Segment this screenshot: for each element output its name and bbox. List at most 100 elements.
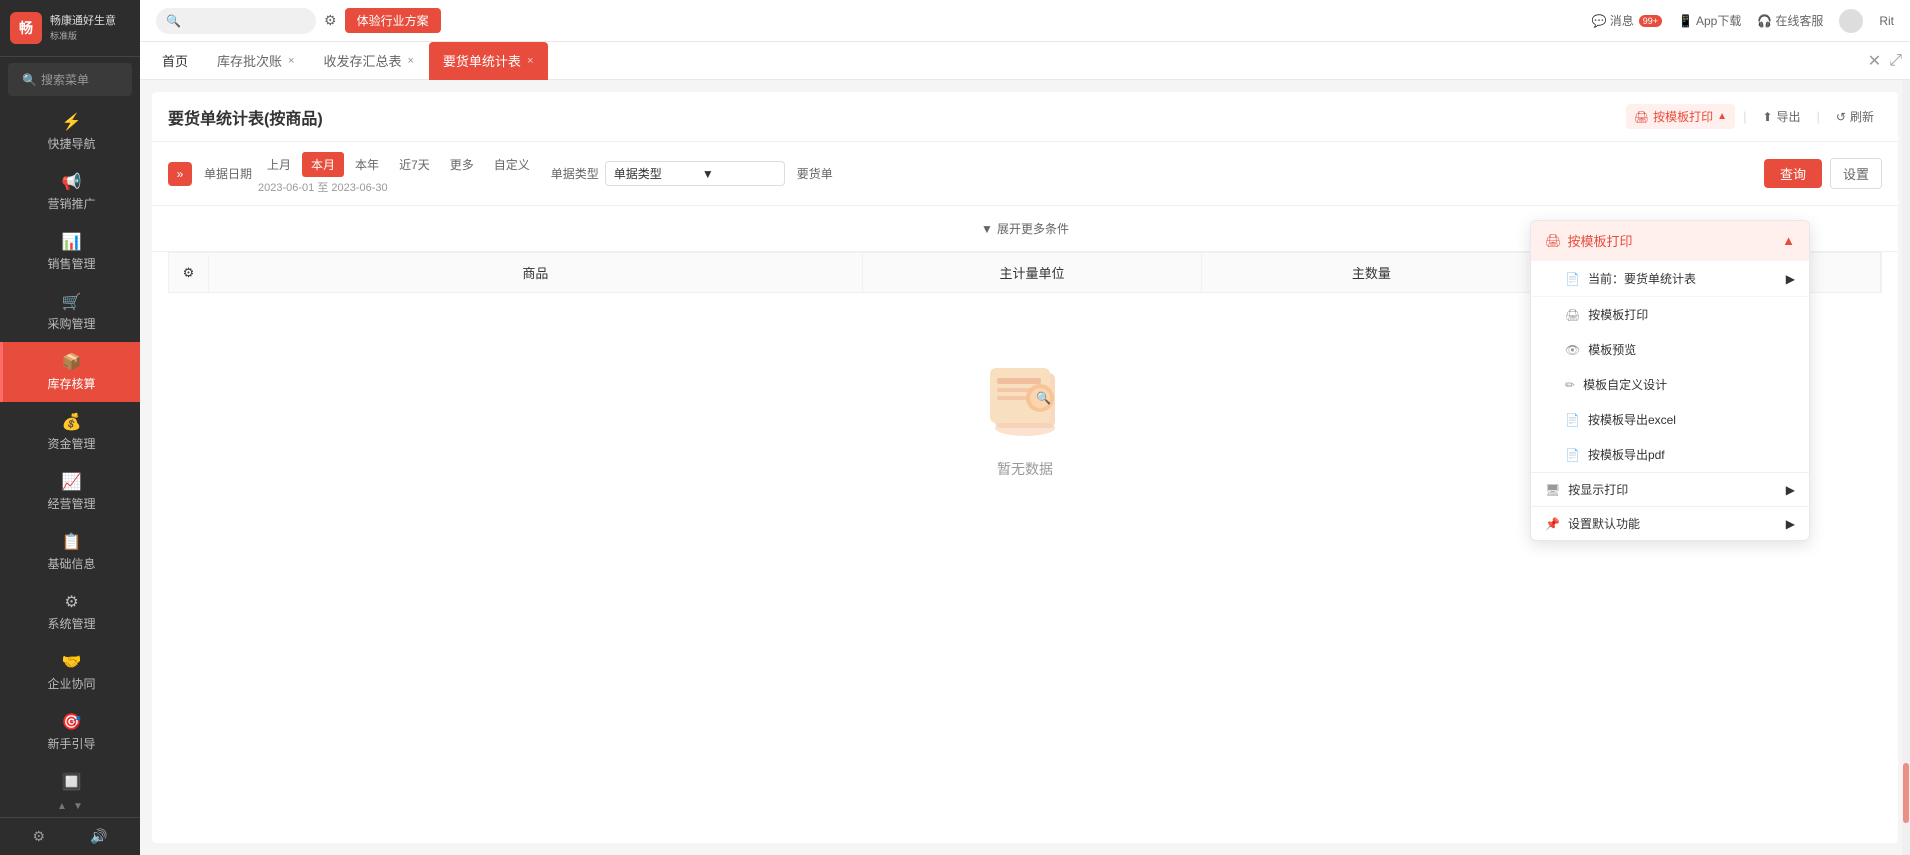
dropdown-header[interactable]: 🖨 按模板打印 ▲ (1531, 221, 1809, 260)
main-content: 🔍 ⚙ 体验行业方案 💬 消息 99+ 📱 App下载 🎧 在线客服 Rit (140, 0, 1910, 855)
export-button[interactable]: ⬆ 导出 (1754, 104, 1808, 129)
print-template-button[interactable]: 🖨 按模板打印 ▲ (1626, 104, 1735, 129)
dropdown-item-export-pdf[interactable]: 📄 按模板导出pdf (1531, 437, 1809, 472)
sidebar-item-sales[interactable]: 📊 销售管理 (0, 222, 140, 282)
print-icon: 🖨 (1565, 308, 1580, 322)
app-name: 畅康通好生意 (50, 14, 116, 29)
set-default-label: 设置默认功能 (1568, 515, 1640, 532)
close-window-icon[interactable]: ✕ (1868, 51, 1881, 71)
date-btn-this-month[interactable]: 本月 (302, 152, 344, 177)
app-download-icon: 📱 (1678, 14, 1693, 28)
tab-receipt-summary-close[interactable]: × (407, 55, 413, 67)
scrollbar-thumb[interactable] (1903, 763, 1909, 823)
sidebar: 畅 畅康通好生意 标准版 🔍 搜索菜单 ⚡ 快捷导航 📢 营销推广 📊 销售管理… (0, 0, 140, 855)
sidebar-item-finance[interactable]: 💰 资金管理 (0, 402, 140, 462)
topbar-search[interactable]: 🔍 (156, 8, 316, 34)
settings-bottom-icon[interactable]: ⚙ (33, 828, 46, 845)
sidebar-item-label: 库存核算 (47, 375, 95, 392)
tab-home-label: 首页 (162, 51, 188, 70)
scrollbar[interactable] (1902, 80, 1910, 855)
date-btn-7days[interactable]: 近7天 (390, 152, 439, 177)
sidebar-item-operations[interactable]: 📈 经营管理 (0, 462, 140, 522)
dropdown-item-export-excel[interactable]: 📄 按模板导出excel (1531, 402, 1809, 437)
tab-order-stats-label: 要货单统计表 (443, 51, 521, 70)
chevron-down-icon: ▼ (702, 167, 714, 181)
maximize-window-icon[interactable]: ⤢ (1889, 52, 1902, 70)
tabbar: 首页 库存批次账 × 收发存汇总表 × 要货单统计表 × ✕ ⤢ (140, 42, 1910, 80)
sidebar-bottom: ⚙ 🔊 (0, 817, 140, 855)
sidebar-item-guide[interactable]: 🎯 新手引导 (0, 702, 140, 762)
chevron-up-dropdown-icon: ▲ (1782, 233, 1795, 248)
online-support-label: 在线客服 (1775, 12, 1823, 29)
sidebar-item-label: 系统管理 (47, 615, 95, 632)
double-arrow-icon: » (177, 167, 184, 181)
tab-order-stats[interactable]: 要货单统计表 × (429, 42, 548, 80)
dropdown-display-print[interactable]: 🖥 按显示打印 ▶ (1531, 472, 1809, 506)
sidebar-item-system[interactable]: ⚙ 系统管理 (0, 582, 140, 642)
dropdown-current-item[interactable]: 📄 当前：要货单统计表 ▶ (1531, 261, 1809, 296)
chevron-right-default-icon: ▶ (1786, 517, 1795, 531)
username: Rit (1879, 14, 1894, 28)
messages-item[interactable]: 💬 消息 99+ (1592, 12, 1662, 29)
th-settings[interactable]: ⚙ (169, 255, 209, 291)
app-download-label: App下载 (1696, 12, 1741, 29)
dropdown-set-default[interactable]: 📌 设置默认功能 ▶ (1531, 506, 1809, 540)
tab-home[interactable]: 首页 (148, 42, 203, 80)
tab-batch-account-label: 库存批次账 (217, 51, 282, 70)
scroll-up-icon[interactable]: ▲ (56, 801, 68, 813)
search-label: 搜索菜单 (41, 71, 89, 88)
expand-icon: ▼ (981, 222, 993, 236)
sidebar-item-marketing[interactable]: 📢 营销推广 (0, 162, 140, 222)
marketing-icon: 📢 (62, 172, 82, 192)
sidebar-item-purchase[interactable]: 🛒 采购管理 (0, 282, 140, 342)
expand-label: 展开更多条件 (997, 220, 1069, 237)
dropdown-header-left: 🖨 按模板打印 (1545, 231, 1633, 250)
speaker-icon[interactable]: 🔊 (90, 828, 107, 845)
filter-toggle-button[interactable]: » (168, 162, 192, 186)
date-btn-last-month[interactable]: 上月 (258, 152, 300, 177)
sidebar-item-label: 新手引导 (47, 735, 95, 752)
pdf-icon: 📄 (1565, 448, 1580, 462)
sidebar-item-collab[interactable]: 🤝 企业协同 (0, 642, 140, 702)
sidebar-item-basic[interactable]: 📋 基础信息 (0, 522, 140, 582)
dropdown-item-print-template[interactable]: 🖨 按模板打印 (1531, 297, 1809, 332)
expand-more-button[interactable]: ▼ 展开更多条件 (981, 220, 1069, 237)
date-btn-this-year[interactable]: 本年 (346, 152, 388, 177)
query-button[interactable]: 查询 (1764, 159, 1822, 188)
tab-order-stats-close[interactable]: × (527, 55, 533, 67)
date-btn-more[interactable]: 更多 (441, 152, 483, 177)
topbar-right: 💬 消息 99+ 📱 App下载 🎧 在线客服 Rit (1592, 9, 1894, 33)
online-support-item[interactable]: 🎧 在线客服 (1757, 12, 1823, 29)
svg-text:🔍: 🔍 (1036, 390, 1051, 405)
app-download-item[interactable]: 📱 App下载 (1678, 12, 1741, 29)
user-avatar[interactable] (1839, 9, 1863, 33)
dropdown-item-template-custom[interactable]: ✏ 模板自定义设计 (1531, 367, 1809, 402)
refresh-button[interactable]: ↺ 刷新 (1828, 104, 1882, 129)
sidebar-search[interactable]: 🔍 搜索菜单 (8, 63, 132, 96)
settings-button[interactable]: 设置 (1830, 158, 1882, 189)
order-type-select[interactable]: 单据类型 ▼ (605, 161, 785, 186)
tab-batch-account-close[interactable]: × (288, 55, 294, 67)
tab-batch-account[interactable]: 库存批次账 × (203, 42, 309, 80)
sidebar-item-label: 基础信息 (47, 555, 95, 572)
sidebar-item-label: 销售管理 (47, 255, 95, 272)
printer-dropdown-icon: 🖨 (1545, 233, 1562, 249)
page-header: 要货单统计表(按商品) 🖨 按模板打印 ▲ | ⬆ 导出 | ↺ (152, 92, 1898, 142)
trial-button[interactable]: 体验行业方案 (345, 8, 441, 33)
message-icon: 💬 (1592, 14, 1607, 28)
sidebar-item-quick-nav[interactable]: ⚡ 快捷导航 (0, 102, 140, 162)
tab-receipt-summary[interactable]: 收发存汇总表 × (309, 42, 428, 80)
custom-design-icon: ✏ (1565, 378, 1575, 392)
sidebar-logo: 畅 畅康通好生意 标准版 (0, 0, 140, 57)
order-category-group: 要货单 (797, 165, 833, 182)
date-btn-custom[interactable]: 自定义 (485, 152, 539, 177)
sidebar-item-inventory[interactable]: 📦 库存核算 (0, 342, 140, 402)
dropdown-item-template-preview[interactable]: 👁 模板预览 (1531, 332, 1809, 367)
sidebar-item-appstore[interactable]: 🔲 应用中心 (0, 762, 140, 797)
scroll-down-icon[interactable]: ▼ (72, 801, 84, 813)
page-title: 要货单统计表(按商品) (168, 105, 323, 129)
system-icon: ⚙ (64, 592, 78, 612)
window-controls: ✕ ⤢ (1868, 51, 1902, 71)
date-buttons: 上月 本月 本年 近7天 更多 自定义 (258, 152, 539, 177)
gear-icon[interactable]: ⚙ (324, 12, 337, 29)
